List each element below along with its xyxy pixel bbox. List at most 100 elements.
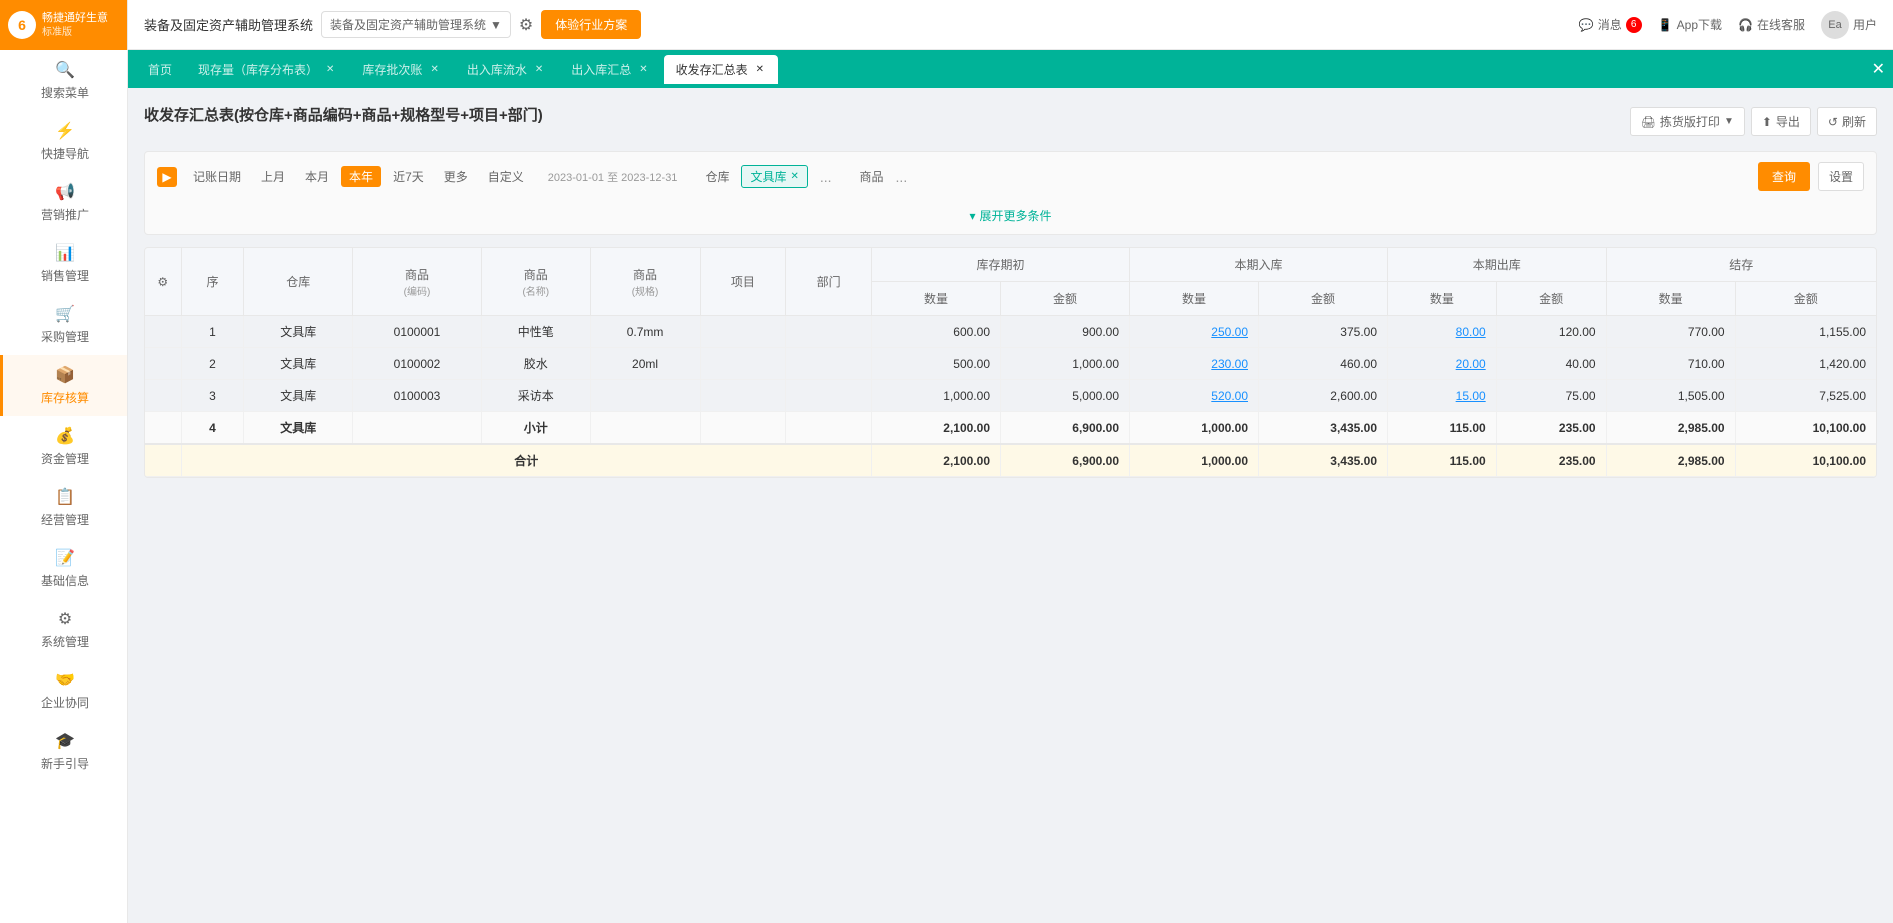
expand-more-button[interactable]: ▾ 展开更多条件: [969, 207, 1051, 224]
row-no: 2: [181, 348, 244, 380]
export-icon: ⬆: [1762, 115, 1772, 129]
row-close-qty: 1,505.00: [1606, 380, 1735, 412]
query-button[interactable]: 查询: [1758, 162, 1810, 191]
sidebar-item-system[interactable]: ⚙系统管理: [0, 599, 127, 660]
sidebar-item-sales[interactable]: 📊销售管理: [0, 233, 127, 294]
th-goods-code: 商品(编码): [353, 248, 482, 316]
tab-close-stock_summary[interactable]: ✕: [637, 62, 649, 77]
sidebar-item-search[interactable]: 🔍搜索菜单: [0, 50, 127, 111]
warehouse-tag-close-icon[interactable]: ✕: [790, 171, 798, 182]
date-btn-本年[interactable]: 本年: [341, 166, 381, 187]
print-button[interactable]: 🖨 拣货版打印 ▼: [1630, 107, 1745, 136]
tab-stock_summary[interactable]: 出入库汇总 ✕: [559, 55, 661, 84]
sidebar-item-purchase[interactable]: 🛒采购管理: [0, 294, 127, 355]
sidebar-item-marketing[interactable]: 📢营销推广: [0, 172, 127, 233]
row-in-amt: 375.00: [1259, 316, 1388, 348]
online-service-item[interactable]: 🎧 在线客服: [1738, 16, 1805, 33]
th-opening: 库存期初: [872, 248, 1130, 282]
tab-recv_send_summary[interactable]: 收发存汇总表✕: [664, 55, 778, 84]
row-in-qty[interactable]: 520.00: [1130, 380, 1259, 412]
date-btn-更多[interactable]: 更多: [436, 166, 476, 187]
row-close-qty: 710.00: [1606, 348, 1735, 380]
row-in-qty[interactable]: 250.00: [1130, 316, 1259, 348]
row-goods-name: 中性笔: [482, 316, 591, 348]
date-range: 2023-01-01 至 2023-12-31: [548, 169, 678, 185]
search-icon: 🔍: [55, 60, 75, 80]
logo-icon: 6: [8, 11, 36, 39]
date-btn-上月[interactable]: 上月: [253, 166, 293, 187]
settings-icon[interactable]: ⚙: [519, 15, 533, 35]
enterprise-icon: 🤝: [55, 670, 75, 690]
sidebar-item-finance[interactable]: 💰资金管理: [0, 416, 127, 477]
th-out: 本期出库: [1388, 248, 1607, 282]
th-open-amt: 金额: [1001, 282, 1130, 316]
row-close-amt: 10,100.00: [1735, 412, 1876, 445]
sidebar-item-basic_info[interactable]: 📝基础信息: [0, 538, 127, 599]
marketing-icon: 📢: [55, 182, 75, 202]
row-dept: [786, 348, 872, 380]
tab-close-inventory_dist[interactable]: ✕: [324, 62, 336, 77]
row-in-qty[interactable]: 230.00: [1130, 348, 1259, 380]
notifications-item[interactable]: 💬 消息 6: [1579, 16, 1642, 33]
tab-inventory_dist[interactable]: 现存量（库存分布表）✕: [186, 55, 348, 84]
tab-label-stock_flow: 出入库流水: [467, 61, 527, 78]
row-dept: [786, 380, 872, 412]
warehouse-tag: 文具库 ✕: [741, 165, 807, 188]
footer-in-amt: 3,435.00: [1259, 444, 1388, 477]
th-out-amt: 金额: [1496, 282, 1606, 316]
tab-label-stock_summary: 出入库汇总: [571, 61, 631, 78]
sales-icon: 📊: [55, 243, 75, 263]
warehouse-more-dots[interactable]: ...: [820, 169, 832, 185]
export-button[interactable]: ⬆ 导出: [1751, 107, 1811, 136]
th-project: 项目: [700, 248, 786, 316]
th-dept: 部门: [786, 248, 872, 316]
content-area: 收发存汇总表(按仓库+商品编码+商品+规格型号+项目+部门) 🖨 拣货版打印 ▼…: [128, 88, 1893, 923]
row-close-amt: 1,155.00: [1735, 316, 1876, 348]
tab-batch_ledger[interactable]: 库存批次账✕: [350, 55, 452, 84]
filter-row: ▶ 记账日期 上月本月本年近7天更多自定义 2023-01-01 至 2023-…: [157, 162, 1864, 191]
date-btn-本月[interactable]: 本月: [297, 166, 337, 187]
row-out-qty[interactable]: 15.00: [1388, 380, 1497, 412]
sidebar-logo: 6 畅捷通好生意 标准版: [0, 0, 127, 50]
th-no: 序: [181, 248, 244, 316]
row-no: 3: [181, 380, 244, 412]
tab-close-recv_send_summary[interactable]: ✕: [754, 62, 766, 77]
tabs-close-all-button[interactable]: ✕: [1872, 59, 1885, 79]
notifications-badge: 6: [1626, 17, 1642, 33]
sidebar-item-label: 系统管理: [41, 633, 89, 650]
footer-open-amt: 6,900.00: [1001, 444, 1130, 477]
row-settings: [145, 316, 181, 348]
refresh-button[interactable]: ↺ 刷新: [1817, 107, 1877, 136]
table-settings-icon[interactable]: ⚙: [145, 248, 181, 316]
th-warehouse: 仓库: [244, 248, 353, 316]
tab-close-batch_ledger[interactable]: ✕: [428, 62, 440, 77]
system-dropdown[interactable]: 装备及固定资产辅助管理系统 ▼: [321, 11, 511, 38]
tab-home[interactable]: 首页: [136, 55, 184, 84]
app-download-item[interactable]: 📱 App下载: [1658, 16, 1722, 33]
page-header: 收发存汇总表(按仓库+商品编码+商品+规格型号+项目+部门) 🖨 拣货版打印 ▼…: [144, 104, 1877, 139]
th-goods-spec: 商品(规格): [590, 248, 700, 316]
sidebar-item-operations[interactable]: 📋经营管理: [0, 477, 127, 538]
user-item[interactable]: Ea 用户: [1821, 11, 1877, 39]
topbar: 装备及固定资产辅助管理系统 装备及固定资产辅助管理系统 ▼ ⚙ 体验行业方案 💬…: [128, 0, 1893, 50]
tabs-bar: 首页现存量（库存分布表）✕库存批次账✕出入库流水✕出入库汇总✕收发存汇总表✕✕: [128, 50, 1893, 88]
row-out-qty[interactable]: 20.00: [1388, 348, 1497, 380]
goods-more-dots[interactable]: ...: [896, 169, 908, 185]
experience-btn[interactable]: 体验行业方案: [541, 10, 641, 39]
row-no: 1: [181, 316, 244, 348]
sidebar-item-guide[interactable]: 🎓新手引导: [0, 721, 127, 782]
footer-out-amt: 235.00: [1496, 444, 1606, 477]
sidebar-item-inventory[interactable]: 📦库存核算: [0, 355, 127, 416]
system-name: 装备及固定资产辅助管理系统: [144, 15, 313, 34]
settings-button[interactable]: 设置: [1818, 162, 1864, 191]
row-out-qty[interactable]: 80.00: [1388, 316, 1497, 348]
sidebar-item-enterprise[interactable]: 🤝企业协同: [0, 660, 127, 721]
tab-stock_flow[interactable]: 出入库流水 ✕: [455, 55, 557, 84]
tab-close-stock_flow[interactable]: ✕: [533, 62, 545, 77]
sidebar-item-quick_nav[interactable]: ⚡快捷导航: [0, 111, 127, 172]
table-row: 1 文具库 0100001 中性笔 0.7mm 600.00 900.00 25…: [145, 316, 1876, 348]
filter-toggle[interactable]: ▶: [157, 167, 177, 187]
date-btn-自定义[interactable]: 自定义: [480, 166, 532, 187]
date-btn-近7天[interactable]: 近7天: [385, 166, 432, 187]
table-row: 3 文具库 0100003 采访本 1,000.00 5,000.00 520.…: [145, 380, 1876, 412]
